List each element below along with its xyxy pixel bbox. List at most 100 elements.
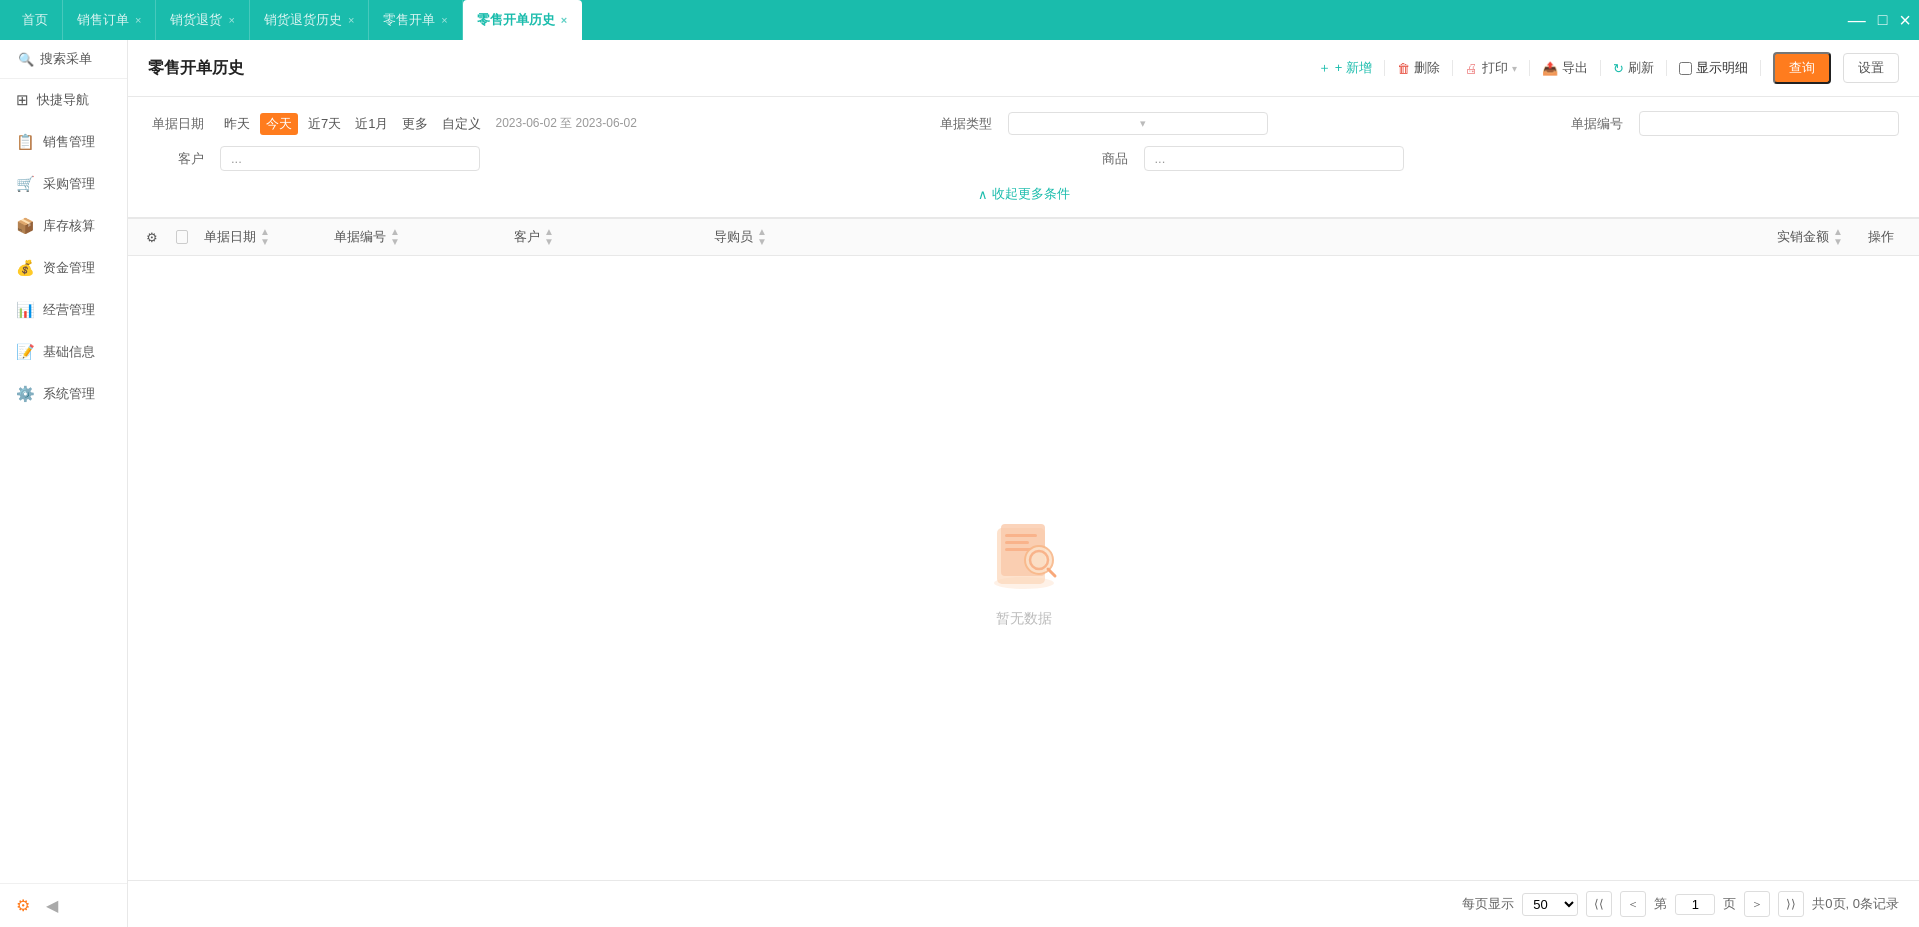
sidebar-item-finance-mgmt[interactable]: 💰 资金管理	[0, 247, 127, 289]
sidebar-item-system-mgmt[interactable]: ⚙️ 系统管理	[0, 373, 127, 415]
top-nav-bar: 首页 销售订单 × 销货退货 × 销货退货历史 × 零售开单 × 零售开单历史 …	[0, 0, 1919, 40]
date-btn-today[interactable]: 今天	[260, 113, 298, 135]
date-options: 昨天 今天 近7天 近1月 更多 自定义 2023-06-02 至 2023-0…	[220, 113, 637, 135]
date-btn-yesterday[interactable]: 昨天	[220, 113, 254, 135]
date-btn-7days[interactable]: 近7天	[304, 113, 345, 135]
sidebar-item-operations-mgmt[interactable]: 📊 经营管理	[0, 289, 127, 331]
delete-icon: 🗑	[1397, 61, 1410, 76]
date-btn-custom[interactable]: 自定义	[438, 113, 485, 135]
add-button[interactable]: ＋ + 新增	[1318, 59, 1372, 77]
sidebar-item-label: 库存核算	[43, 217, 95, 235]
filter-row-2: 客户 ... 商品 ...	[148, 146, 1899, 171]
print-button[interactable]: 🖨 打印 ▾	[1465, 59, 1517, 77]
close-icon[interactable]: ×	[441, 14, 447, 26]
sidebar-item-purchase-mgmt[interactable]: 🛒 采购管理	[0, 163, 127, 205]
last-page-button[interactable]: ⟩⟩	[1778, 891, 1804, 917]
refresh-button[interactable]: ↻ 刷新	[1613, 59, 1654, 77]
collapse-sidebar-icon[interactable]: ◀	[46, 896, 58, 915]
select-all-checkbox[interactable]	[176, 230, 188, 244]
chevron-down-icon: ▾	[1140, 117, 1257, 130]
tab-home[interactable]: 首页	[8, 0, 63, 40]
first-page-button[interactable]: ⟨⟨	[1586, 891, 1612, 917]
chevron-up-icon: ∧	[978, 187, 988, 202]
svg-line-8	[1048, 569, 1055, 576]
close-icon[interactable]: ×	[135, 14, 141, 26]
page-suffix: 页	[1723, 895, 1736, 913]
toolbar: ＋ + 新增 🗑 删除 🖨 打印 ▾ 📤 导出	[1318, 52, 1899, 96]
pagination: 每页显示 50 10 20 100 ⟨⟨ ＜ 第 页 ＞ ⟩⟩ 共0页, 0条记…	[128, 880, 1919, 927]
col-settings[interactable]: ⚙	[136, 230, 168, 245]
customer-select[interactable]: ...	[220, 146, 480, 171]
query-button[interactable]: 查询	[1773, 52, 1831, 84]
page-header: 零售开单历史 ＋ + 新增 🗑 删除 🖨 打印 ▾	[128, 40, 1919, 97]
sidebar-item-quick-nav[interactable]: ⊞ 快捷导航	[0, 79, 127, 121]
sort-icon: ▲▼	[544, 227, 554, 247]
col-no[interactable]: 单据编号 ▲▼	[326, 227, 506, 247]
sort-icon: ▲▼	[1833, 227, 1843, 247]
sidebar-item-label: 资金管理	[43, 259, 95, 277]
display-detail-checkbox[interactable]	[1679, 62, 1692, 75]
close-button[interactable]: ×	[1899, 9, 1911, 32]
tab-retail-history[interactable]: 零售开单历史 ×	[463, 0, 582, 40]
no-input[interactable]	[1639, 111, 1899, 136]
table-header: ⚙ 单据日期 ▲▼ 单据编号 ▲▼ 客户 ▲▼ 导购员	[128, 218, 1919, 256]
next-page-button[interactable]: ＞	[1744, 891, 1770, 917]
close-icon[interactable]: ×	[561, 14, 567, 26]
tab-sales-order[interactable]: 销售订单 ×	[63, 0, 156, 40]
table-container: ⚙ 单据日期 ▲▼ 单据编号 ▲▼ 客户 ▲▼ 导购员	[128, 218, 1919, 880]
sidebar-item-label: 采购管理	[43, 175, 95, 193]
display-detail-toggle[interactable]: 显示明细	[1679, 59, 1748, 77]
sidebar: 🔍 搜索采单 ⊞ 快捷导航 📋 销售管理 🛒 采购管理 📦 库存核算 💰 资金管…	[0, 40, 128, 927]
empty-state: 暂无数据	[128, 256, 1919, 880]
no-label: 单据编号	[1567, 115, 1623, 133]
collapse-button[interactable]: ∧ 收起更多条件	[978, 185, 1070, 203]
collapse-label: 收起更多条件	[992, 185, 1070, 203]
customer-label: 客户	[148, 150, 204, 168]
close-icon[interactable]: ×	[228, 14, 234, 26]
maximize-button[interactable]: □	[1878, 11, 1888, 29]
page-input[interactable]	[1675, 894, 1715, 915]
finance-icon: 💰	[16, 259, 35, 277]
stock-icon: 📦	[16, 217, 35, 235]
sidebar-item-label: 经营管理	[43, 301, 95, 319]
close-icon[interactable]: ×	[348, 14, 354, 26]
tab-sales-return-history[interactable]: 销货退货历史 ×	[250, 0, 369, 40]
sidebar-search-label: 搜索采单	[40, 50, 92, 68]
col-salesperson[interactable]: 导购员 ▲▼	[706, 227, 846, 247]
tab-sales-return[interactable]: 销货退货 ×	[156, 0, 249, 40]
sidebar-item-label: 基础信息	[43, 343, 95, 361]
divider	[1452, 60, 1453, 76]
collapse-row: ∧ 收起更多条件	[148, 181, 1899, 203]
col-action: 操作	[1851, 228, 1911, 246]
sidebar-item-label: 快捷导航	[37, 91, 89, 109]
settings-icon[interactable]: ⚙	[16, 896, 30, 915]
add-icon: ＋	[1318, 59, 1331, 77]
settings-button[interactable]: 设置	[1843, 53, 1899, 83]
export-button[interactable]: 📤 导出	[1542, 59, 1588, 77]
sort-icon: ▲▼	[260, 227, 270, 247]
date-label: 单据日期	[148, 115, 204, 133]
minimize-button[interactable]: —	[1848, 10, 1866, 31]
goods-select[interactable]: ...	[1144, 146, 1404, 171]
col-customer[interactable]: 客户 ▲▼	[506, 227, 706, 247]
divider	[1384, 60, 1385, 76]
page-title: 零售开单历史	[148, 58, 244, 91]
sidebar-search[interactable]: 🔍 搜索采单	[0, 40, 127, 79]
sidebar-item-basic-info[interactable]: 📝 基础信息	[0, 331, 127, 373]
delete-button[interactable]: 🗑 删除	[1397, 59, 1440, 77]
type-select[interactable]: ▾	[1008, 112, 1268, 135]
date-btn-more[interactable]: 更多	[398, 113, 432, 135]
settings-col-icon: ⚙	[146, 230, 158, 245]
col-checkbox[interactable]	[168, 230, 196, 244]
date-btn-1month[interactable]: 近1月	[351, 113, 392, 135]
tab-retail-open[interactable]: 零售开单 ×	[369, 0, 462, 40]
sidebar-item-stock-calc[interactable]: 📦 库存核算	[0, 205, 127, 247]
col-date[interactable]: 单据日期 ▲▼	[196, 227, 326, 247]
goods-label: 商品	[1072, 150, 1128, 168]
sidebar-item-label: 销售管理	[43, 133, 95, 151]
per-page-select[interactable]: 50 10 20 100	[1522, 893, 1578, 916]
prev-page-button[interactable]: ＜	[1620, 891, 1646, 917]
col-amount[interactable]: 实销金额 ▲▼	[846, 227, 1851, 247]
sidebar-item-sales-mgmt[interactable]: 📋 销售管理	[0, 121, 127, 163]
filter-area: 单据日期 昨天 今天 近7天 近1月 更多 自定义 2023-06-02 至 2…	[128, 97, 1919, 218]
